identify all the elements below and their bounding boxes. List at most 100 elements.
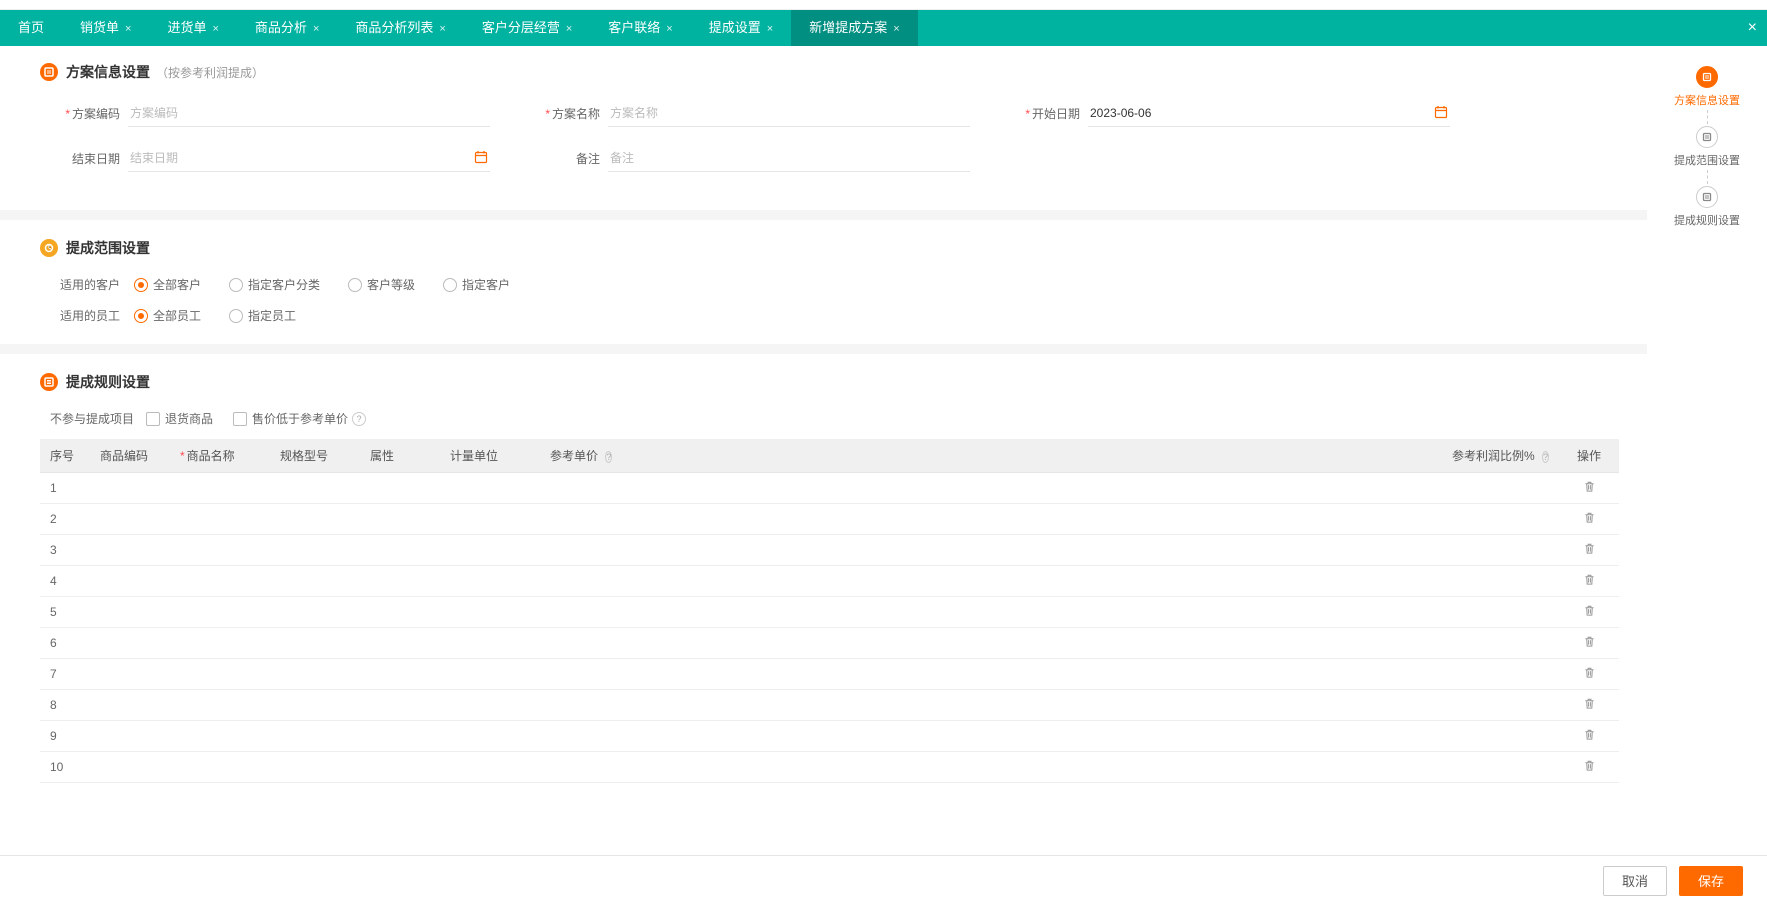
employee-scope-radio[interactable]: 指定员工 <box>229 307 296 324</box>
nav-tab[interactable]: 进货单× <box>149 10 236 46</box>
trash-icon[interactable] <box>1583 761 1596 775</box>
cell[interactable] <box>440 535 540 566</box>
remark-input[interactable] <box>608 145 970 172</box>
cell[interactable] <box>90 628 170 659</box>
trash-icon[interactable] <box>1583 730 1596 744</box>
cell[interactable] <box>90 566 170 597</box>
employee-scope-radio[interactable]: 全部员工 <box>134 307 201 324</box>
cell[interactable] <box>440 473 540 504</box>
cell[interactable] <box>640 504 1559 535</box>
table-row[interactable]: 5 <box>40 597 1619 628</box>
help-icon[interactable]: ? <box>605 451 612 463</box>
cell[interactable] <box>170 473 270 504</box>
cell[interactable] <box>170 690 270 721</box>
exclude-checkbox[interactable]: 退货商品 <box>146 410 213 427</box>
nav-tab[interactable]: 商品分析列表× <box>337 10 463 46</box>
close-all-tabs-icon[interactable]: × <box>1748 10 1757 46</box>
table-row[interactable]: 10 <box>40 752 1619 783</box>
help-icon[interactable]: ? <box>352 412 366 426</box>
table-row[interactable]: 4 <box>40 566 1619 597</box>
cell[interactable] <box>270 752 360 783</box>
end-date-input[interactable] <box>128 145 490 172</box>
cell[interactable] <box>640 535 1559 566</box>
cell[interactable] <box>90 752 170 783</box>
customer-scope-radio[interactable]: 指定客户分类 <box>229 276 320 293</box>
cell[interactable] <box>540 473 640 504</box>
close-tab-icon[interactable]: × <box>893 23 899 35</box>
close-tab-icon[interactable]: × <box>212 23 218 35</box>
customer-scope-radio[interactable]: 指定客户 <box>443 276 510 293</box>
nav-tab[interactable]: 客户分层经营× <box>464 10 590 46</box>
cell[interactable] <box>90 721 170 752</box>
save-button[interactable]: 保存 <box>1679 866 1743 896</box>
code-input[interactable] <box>128 100 490 127</box>
cell[interactable] <box>360 628 440 659</box>
close-tab-icon[interactable]: × <box>125 23 131 35</box>
start-date-input[interactable] <box>1088 100 1450 127</box>
cell[interactable] <box>270 597 360 628</box>
trash-icon[interactable] <box>1583 482 1596 496</box>
cell[interactable] <box>270 473 360 504</box>
cell[interactable] <box>170 535 270 566</box>
close-tab-icon[interactable]: × <box>666 23 672 35</box>
nav-tab[interactable]: 提成设置× <box>691 10 791 46</box>
cell[interactable] <box>170 504 270 535</box>
trash-icon[interactable] <box>1583 544 1596 558</box>
cell[interactable] <box>170 752 270 783</box>
cell[interactable] <box>270 628 360 659</box>
cell[interactable] <box>270 566 360 597</box>
anchor-nav-item[interactable]: 提成规则设置 <box>1674 186 1740 228</box>
cell[interactable] <box>540 566 640 597</box>
cell[interactable] <box>270 659 360 690</box>
cell[interactable] <box>640 752 1559 783</box>
cell[interactable] <box>90 473 170 504</box>
cell[interactable] <box>540 752 640 783</box>
table-row[interactable]: 7 <box>40 659 1619 690</box>
cell[interactable] <box>90 597 170 628</box>
cell[interactable] <box>640 628 1559 659</box>
cell[interactable] <box>270 504 360 535</box>
anchor-nav-item[interactable]: 提成范围设置 <box>1674 126 1740 168</box>
cell[interactable] <box>440 690 540 721</box>
name-input[interactable] <box>608 100 970 127</box>
cell[interactable] <box>540 690 640 721</box>
cell[interactable] <box>540 659 640 690</box>
cell[interactable] <box>170 597 270 628</box>
cell[interactable] <box>440 566 540 597</box>
cell[interactable] <box>640 690 1559 721</box>
close-tab-icon[interactable]: × <box>767 23 773 35</box>
nav-tab[interactable]: 首页 <box>0 10 62 46</box>
customer-scope-radio[interactable]: 全部客户 <box>134 276 201 293</box>
table-row[interactable]: 9 <box>40 721 1619 752</box>
table-row[interactable]: 8 <box>40 690 1619 721</box>
cell[interactable] <box>640 597 1559 628</box>
trash-icon[interactable] <box>1583 513 1596 527</box>
close-tab-icon[interactable]: × <box>566 23 572 35</box>
exclude-checkbox[interactable]: 售价低于参考单价? <box>233 410 366 427</box>
cell[interactable] <box>360 566 440 597</box>
trash-icon[interactable] <box>1583 699 1596 713</box>
nav-tab[interactable]: 销货单× <box>62 10 149 46</box>
cell[interactable] <box>360 721 440 752</box>
anchor-nav-item[interactable]: 方案信息设置 <box>1674 66 1740 108</box>
cell[interactable] <box>90 690 170 721</box>
customer-scope-radio[interactable]: 客户等级 <box>348 276 415 293</box>
nav-tab[interactable]: 商品分析× <box>237 10 337 46</box>
table-row[interactable]: 3 <box>40 535 1619 566</box>
cell[interactable] <box>440 628 540 659</box>
cell[interactable] <box>270 721 360 752</box>
cell[interactable] <box>640 473 1559 504</box>
help-icon[interactable]: ? <box>1542 451 1549 463</box>
cell[interactable] <box>540 721 640 752</box>
trash-icon[interactable] <box>1583 668 1596 682</box>
nav-tab[interactable]: 新增提成方案× <box>791 10 917 46</box>
trash-icon[interactable] <box>1583 637 1596 651</box>
cell[interactable] <box>540 535 640 566</box>
cell[interactable] <box>360 504 440 535</box>
table-row[interactable]: 2 <box>40 504 1619 535</box>
cell[interactable] <box>360 473 440 504</box>
cell[interactable] <box>360 659 440 690</box>
cell[interactable] <box>360 690 440 721</box>
cell[interactable] <box>170 659 270 690</box>
nav-tab[interactable]: 客户联络× <box>590 10 690 46</box>
